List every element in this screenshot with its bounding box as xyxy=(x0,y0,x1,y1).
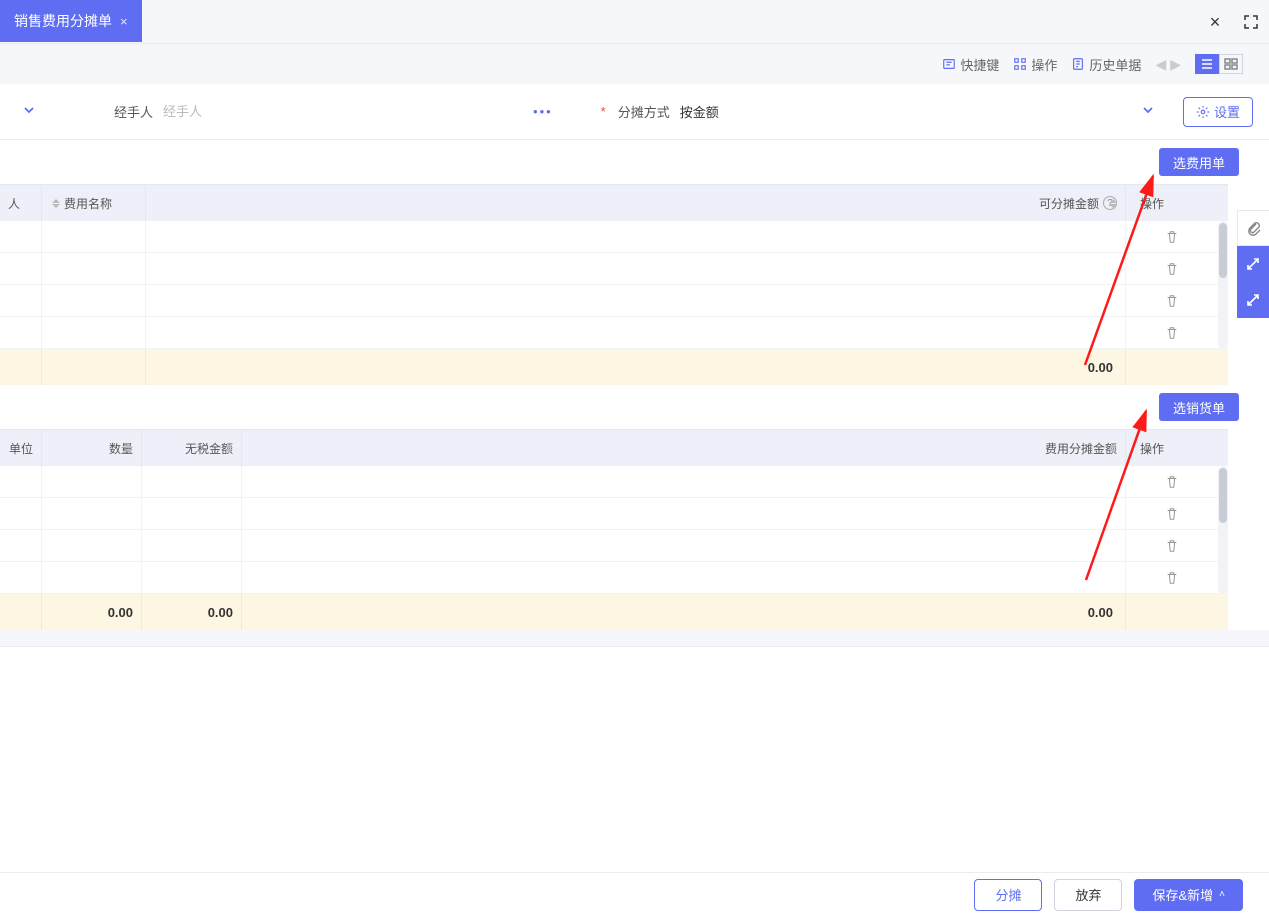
table-row xyxy=(0,498,1228,530)
col-unit[interactable]: 单位 xyxy=(0,430,42,466)
table-row xyxy=(0,285,1228,317)
expand-icon-2[interactable] xyxy=(1237,282,1269,318)
attachment-icon[interactable] xyxy=(1237,210,1269,246)
history-label: 历史单据 xyxy=(1089,55,1141,74)
required-mark: * xyxy=(601,104,606,119)
memo-area xyxy=(0,646,1269,686)
tab-active[interactable]: 销售费用分摊单 × xyxy=(0,0,142,42)
chevron-down-icon[interactable] xyxy=(16,103,42,120)
shortcut-link[interactable]: 快捷键 xyxy=(942,55,999,74)
table-header: 人 费用名称 可分摊金额 ? 操作 xyxy=(0,185,1228,221)
trash-icon[interactable] xyxy=(1165,326,1179,340)
table-row xyxy=(0,562,1228,594)
table-header: 单位 数量 无税金额 费用分摊金额 操作 xyxy=(0,430,1228,466)
trash-icon[interactable] xyxy=(1165,475,1179,489)
allocate-button[interactable]: 分摊 xyxy=(974,879,1042,911)
total-quantity: 0.00 xyxy=(42,594,142,630)
trash-icon[interactable] xyxy=(1165,230,1179,244)
col-operate: 操作 xyxy=(1126,430,1218,466)
shortcut-label: 快捷键 xyxy=(960,55,999,74)
trash-icon[interactable] xyxy=(1165,294,1179,308)
chevron-up-icon: ˄ xyxy=(1219,889,1225,900)
settings-button[interactable]: 设置 xyxy=(1183,97,1253,127)
trash-icon[interactable] xyxy=(1165,262,1179,276)
table-row xyxy=(0,253,1228,285)
select-sales-button[interactable]: 选销货单 xyxy=(1159,393,1239,421)
trash-icon[interactable] xyxy=(1165,507,1179,521)
col-expense-name[interactable]: 费用名称 xyxy=(42,185,146,221)
view-list-button[interactable] xyxy=(1195,54,1219,74)
view-toggle xyxy=(1195,54,1243,74)
method-field: * 分摊方式 按金额 xyxy=(601,102,1155,121)
select-expense-button[interactable]: 选费用单 xyxy=(1159,148,1239,176)
help-icon[interactable]: ? xyxy=(1103,196,1117,210)
col-trunc[interactable]: 人 xyxy=(0,185,42,221)
col-quantity[interactable]: 数量 xyxy=(42,430,142,466)
expense-section: 选费用单 人 费用名称 可分摊金额 ? 操作 0.00 xyxy=(0,140,1269,385)
more-icon[interactable]: ••• xyxy=(533,104,553,119)
pager: ◀ ▶ xyxy=(1155,56,1181,73)
expand-icon[interactable] xyxy=(1237,246,1269,282)
col-allocatable-amount[interactable]: 可分摊金额 ? xyxy=(146,185,1126,221)
history-link[interactable]: 历史单据 xyxy=(1071,55,1141,74)
float-tools xyxy=(1237,210,1269,318)
scrollbar[interactable] xyxy=(1218,466,1228,594)
table-row xyxy=(0,221,1228,253)
method-value[interactable]: 按金额 xyxy=(680,102,1125,121)
trash-icon[interactable] xyxy=(1165,571,1179,585)
col-alloc-amount[interactable]: 费用分摊金额 xyxy=(242,430,1126,466)
pager-next-icon[interactable]: ▶ xyxy=(1170,56,1181,73)
toolbar: 快捷键 操作 历史单据 ◀ ▶ xyxy=(0,44,1269,84)
tab-title: 销售费用分摊单 xyxy=(14,11,112,31)
gap xyxy=(0,630,1269,646)
table-body xyxy=(0,221,1228,349)
table-row xyxy=(0,317,1228,349)
tab-bar: 销售费用分摊单 × × xyxy=(0,0,1269,44)
discard-button[interactable]: 放弃 xyxy=(1054,879,1122,911)
trash-icon[interactable] xyxy=(1165,539,1179,553)
table-body xyxy=(0,466,1228,594)
pager-prev-icon[interactable]: ◀ xyxy=(1155,56,1166,73)
total-notax: 0.00 xyxy=(142,594,242,630)
col-operate: 操作 xyxy=(1126,185,1218,221)
close-icon[interactable]: × xyxy=(120,14,128,29)
close-all-button[interactable]: × xyxy=(1197,0,1233,44)
table-total-row: 0.00 xyxy=(0,349,1228,385)
sales-section: 选销货单 单位 数量 无税金额 费用分摊金额 操作 0.00 0.00 0.00 xyxy=(0,385,1269,630)
chevron-down-icon[interactable] xyxy=(1141,103,1155,120)
view-grid-button[interactable] xyxy=(1219,54,1243,74)
footer-bar: 分摊 放弃 保存&新增 ˄ xyxy=(0,872,1269,916)
save-and-new-button[interactable]: 保存&新增 ˄ xyxy=(1134,879,1243,911)
total-alloc: 0.00 xyxy=(242,594,1126,630)
table-total-row: 0.00 0.00 0.00 xyxy=(0,594,1228,630)
operate-label: 操作 xyxy=(1031,55,1057,74)
col-notax-amount[interactable]: 无税金额 xyxy=(142,430,242,466)
operate-link[interactable]: 操作 xyxy=(1013,55,1057,74)
scrollbar[interactable] xyxy=(1218,221,1228,349)
expense-table: 人 费用名称 可分摊金额 ? 操作 0.00 xyxy=(0,184,1228,385)
method-label: 分摊方式 xyxy=(618,102,670,121)
settings-label: 设置 xyxy=(1214,102,1240,121)
fullscreen-icon[interactable] xyxy=(1233,0,1269,44)
sales-table: 单位 数量 无税金额 费用分摊金额 操作 0.00 0.00 0.00 xyxy=(0,429,1228,630)
total-allocatable-amount: 0.00 xyxy=(146,349,1126,385)
table-row xyxy=(0,530,1228,562)
handler-label: 经手人 xyxy=(114,102,153,121)
handler-field: 经手人 ••• xyxy=(114,102,553,121)
handler-input[interactable] xyxy=(163,104,523,119)
table-row xyxy=(0,466,1228,498)
form-row: 经手人 ••• * 分摊方式 按金额 设置 xyxy=(0,84,1269,140)
